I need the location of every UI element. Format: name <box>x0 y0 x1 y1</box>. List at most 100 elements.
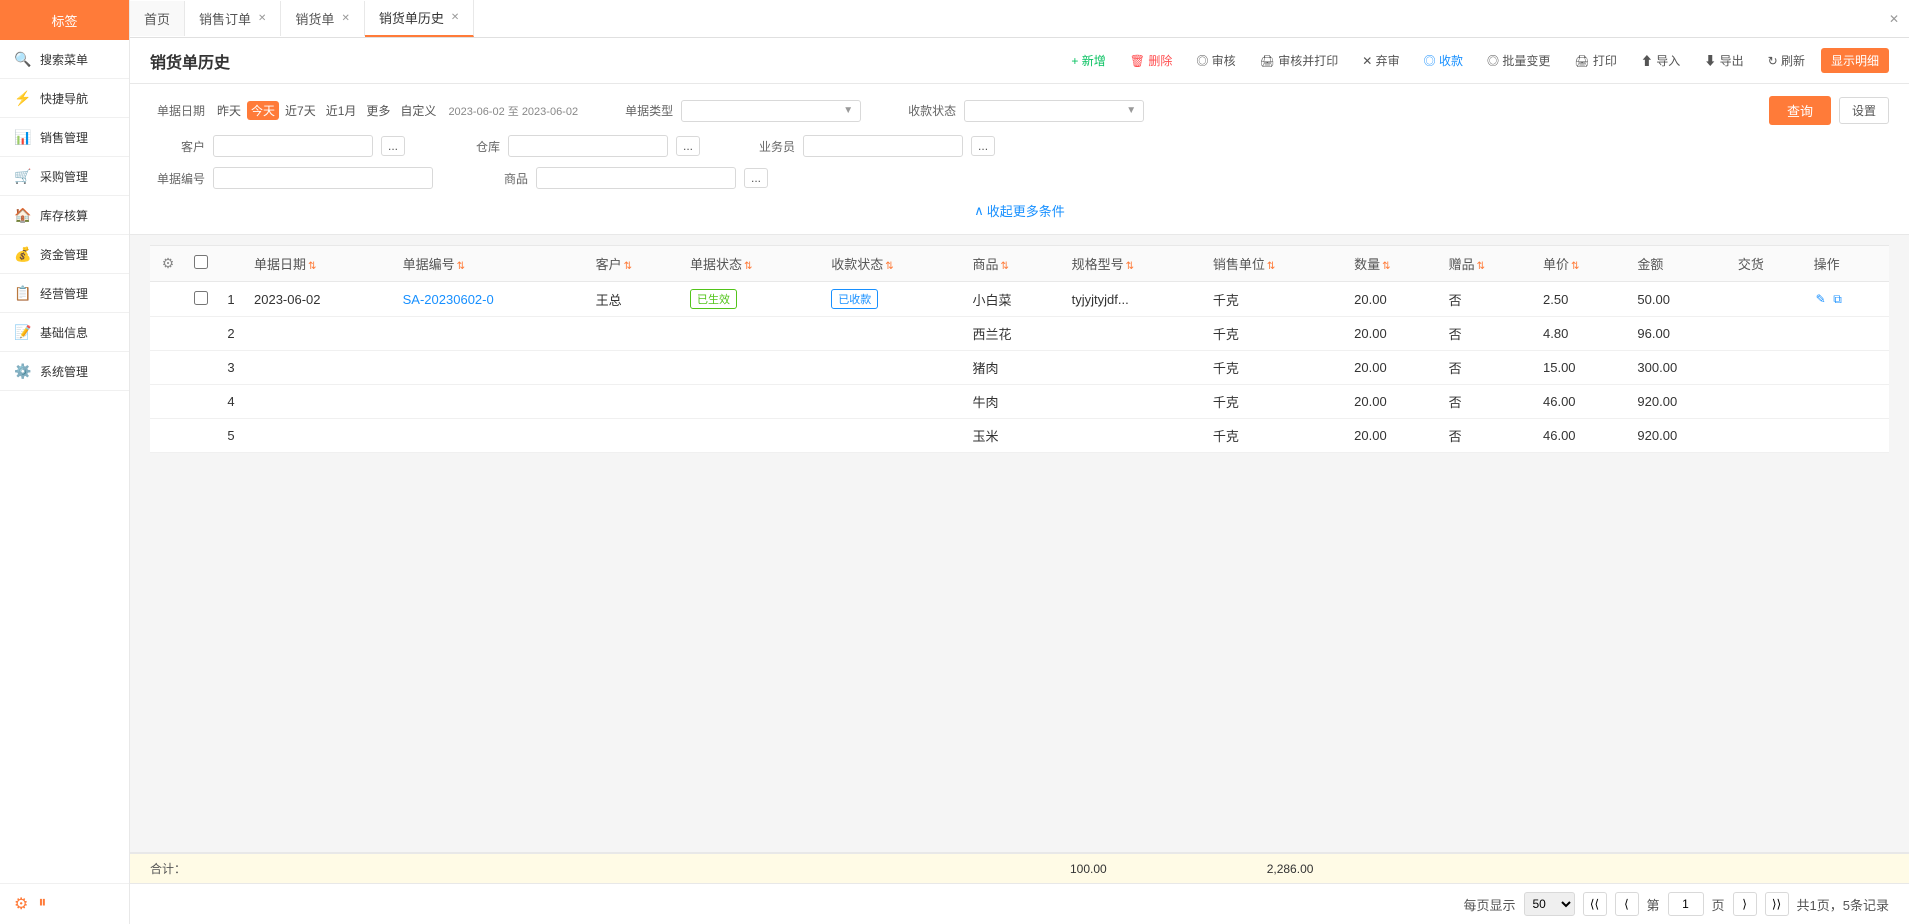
col-amount-label: 金额 <box>1637 257 1663 272</box>
collapse-button[interactable]: ∧ 收起更多条件 <box>972 199 1067 222</box>
refresh-button[interactable]: ↻ 刷新 <box>1760 48 1813 73</box>
collect-button[interactable]: ◎ 收款 <box>1416 48 1471 73</box>
row-transaction-cell <box>1730 317 1806 351</box>
row-amount-cell: 920.00 <box>1629 385 1729 419</box>
edit-op-button[interactable]: ✎ <box>1814 292 1828 306</box>
row-qty-cell: 20.00 <box>1346 351 1440 385</box>
sidebar-item-quicknav[interactable]: ⚡ 快捷导航 <box>0 79 129 118</box>
shortcut-1month[interactable]: 近1月 <box>322 101 361 120</box>
first-page-button[interactable]: ⟨⟨ <box>1583 892 1607 916</box>
page-label-before: 第 <box>1647 895 1660 914</box>
row-transaction-cell <box>1730 419 1806 453</box>
col-price-label: 单价 <box>1543 257 1569 272</box>
new-button[interactable]: + 新增 <box>1063 48 1113 73</box>
col-doc-date-label: 单据日期 <box>254 257 306 272</box>
col-qty-header[interactable]: 数量⇅ <box>1346 246 1440 282</box>
tab-sales-order-close[interactable]: ✕ <box>258 13 266 24</box>
import-button[interactable]: ⬆ 导入 <box>1633 48 1688 73</box>
abandon-button[interactable]: ✕ 弃审 <box>1354 48 1407 73</box>
review-print-button[interactable]: 🖨 审核并打印 <box>1252 48 1347 73</box>
shortcut-7days[interactable]: 近7天 <box>281 101 320 120</box>
tab-home[interactable]: 首页 <box>130 1 185 36</box>
sidebar-item-inventory[interactable]: 🏠 库存核算 <box>0 196 129 235</box>
tab-sales-order[interactable]: 销售订单 ✕ <box>185 1 281 36</box>
query-button[interactable]: 查询 <box>1769 96 1831 125</box>
setting-button[interactable]: 设置 <box>1839 97 1889 124</box>
review-button[interactable]: ◎ 审核 <box>1188 48 1243 73</box>
tab-sales-order-label: 销售订单 <box>199 9 251 28</box>
col-transaction-header: 交货 <box>1730 246 1806 282</box>
col-goods-header[interactable]: 商品⇅ <box>965 246 1064 282</box>
col-doc-no-header[interactable]: 单据编号⇅ <box>395 246 588 282</box>
gear-icon[interactable]: ⚙ <box>162 255 175 271</box>
shortcut-today[interactable]: 今天 <box>247 101 279 120</box>
tab-close-all[interactable]: ✕ <box>1879 8 1909 30</box>
show-detail-button[interactable]: 显示明细 <box>1821 48 1889 73</box>
customer-ellipsis-btn[interactable]: ... <box>381 136 405 156</box>
current-page-input[interactable] <box>1668 892 1704 916</box>
print-button[interactable]: 🖨 打印 <box>1566 48 1625 73</box>
row-check-cell <box>186 351 216 385</box>
tab-sales-history[interactable]: 销货单历史 ✕ <box>365 0 474 37</box>
select-all-checkbox[interactable] <box>194 255 208 269</box>
col-doc-date-header[interactable]: 单据日期⇅ <box>246 246 395 282</box>
last-page-button[interactable]: ⟩⟩ <box>1765 892 1789 916</box>
col-customer-header[interactable]: 客户⇅ <box>588 246 682 282</box>
sidebar-item-operation[interactable]: 📋 经营管理 <box>0 274 129 313</box>
row-checkbox[interactable] <box>194 291 208 305</box>
row-settings-cell <box>150 385 186 419</box>
sidebar-item-search[interactable]: 🔍 搜索菜单 <box>0 40 129 79</box>
col-unit-header[interactable]: 销售单位⇅ <box>1205 246 1346 282</box>
sidebar-item-system[interactable]: ⚙️ 系统管理 <box>0 352 129 391</box>
col-settings-header[interactable]: ⚙ <box>150 246 186 282</box>
page-content: 销货单历史 + 新增 🗑 删除 ◎ 审核 🖨 审核并打印 ✕ 弃审 ◎ 收款 ◎… <box>130 38 1909 924</box>
warehouse-input[interactable] <box>508 135 668 157</box>
warehouse-ellipsis-btn[interactable]: ... <box>676 136 700 156</box>
shortcut-yesterday[interactable]: 昨天 <box>213 101 245 120</box>
col-goods-label: 商品 <box>973 257 999 272</box>
sort-price-icon: ⇅ <box>1571 261 1579 272</box>
tab-sales-goods-close[interactable]: ✕ <box>341 13 349 24</box>
sidebar-item-basic[interactable]: 📝 基础信息 <box>0 313 129 352</box>
row-doc-status-cell <box>682 385 823 419</box>
collect-status-input[interactable] <box>964 100 1144 122</box>
system-icon: ⚙️ <box>14 362 32 380</box>
doc-no-link[interactable]: SA-20230602-0 <box>403 292 494 307</box>
sidebar-item-finance[interactable]: 💰 资金管理 <box>0 235 129 274</box>
sidebar-settings-btn[interactable]: ⚙ <box>14 894 28 914</box>
tab-sales-goods[interactable]: 销货单 ✕ <box>281 1 364 36</box>
filter-row-2: 客户 ... 仓库 ... 业务员 ... <box>150 135 1889 157</box>
operation-icon: 📋 <box>14 284 32 302</box>
col-operation-label: 操作 <box>1814 257 1840 272</box>
salesman-input[interactable] <box>803 135 963 157</box>
row-doc-status-cell <box>682 351 823 385</box>
goods-input[interactable] <box>536 167 736 189</box>
tab-sales-history-close[interactable]: ✕ <box>451 12 459 23</box>
customer-input[interactable] <box>213 135 373 157</box>
doc-no-input[interactable] <box>213 167 433 189</box>
salesman-ellipsis-btn[interactable]: ... <box>971 136 995 156</box>
col-collect-status-header[interactable]: 收款状态⇅ <box>823 246 964 282</box>
col-price-header[interactable]: 单价⇅ <box>1535 246 1629 282</box>
delete-button[interactable]: 🗑 删除 <box>1122 48 1181 73</box>
sidebar-item-purchase[interactable]: 🛒 采购管理 <box>0 157 129 196</box>
col-doc-status-header[interactable]: 单据状态⇅ <box>682 246 823 282</box>
col-gift-header[interactable]: 赠品⇅ <box>1441 246 1535 282</box>
shortcut-custom[interactable]: 自定义 <box>396 101 440 120</box>
prev-page-button[interactable]: ⟨ <box>1615 892 1639 916</box>
shortcut-more[interactable]: 更多 <box>362 101 394 120</box>
next-page-button[interactable]: ⟩ <box>1733 892 1757 916</box>
customer-label: 客户 <box>150 138 205 155</box>
export-button[interactable]: ⬇ 导出 <box>1696 48 1751 73</box>
goods-ellipsis-btn[interactable]: ... <box>744 168 768 188</box>
sidebar-item-sales[interactable]: 📊 销售管理 <box>0 118 129 157</box>
col-spec-header[interactable]: 规格型号⇅ <box>1064 246 1205 282</box>
doc-type-input[interactable] <box>681 100 861 122</box>
batch-change-button[interactable]: ◎ 批量变更 <box>1479 48 1558 73</box>
row-customer-cell <box>588 351 682 385</box>
per-page-select[interactable]: 50 100 <box>1524 892 1575 916</box>
sidebar-collapse-btn[interactable]: ⏸ <box>38 894 46 914</box>
filter-row-1: 单据日期 昨天 今天 近7天 近1月 更多 自定义 2023-06-02 至 2… <box>150 96 1889 125</box>
copy-op-button[interactable]: ⧉ <box>1831 292 1844 307</box>
row-settings-cell <box>150 317 186 351</box>
